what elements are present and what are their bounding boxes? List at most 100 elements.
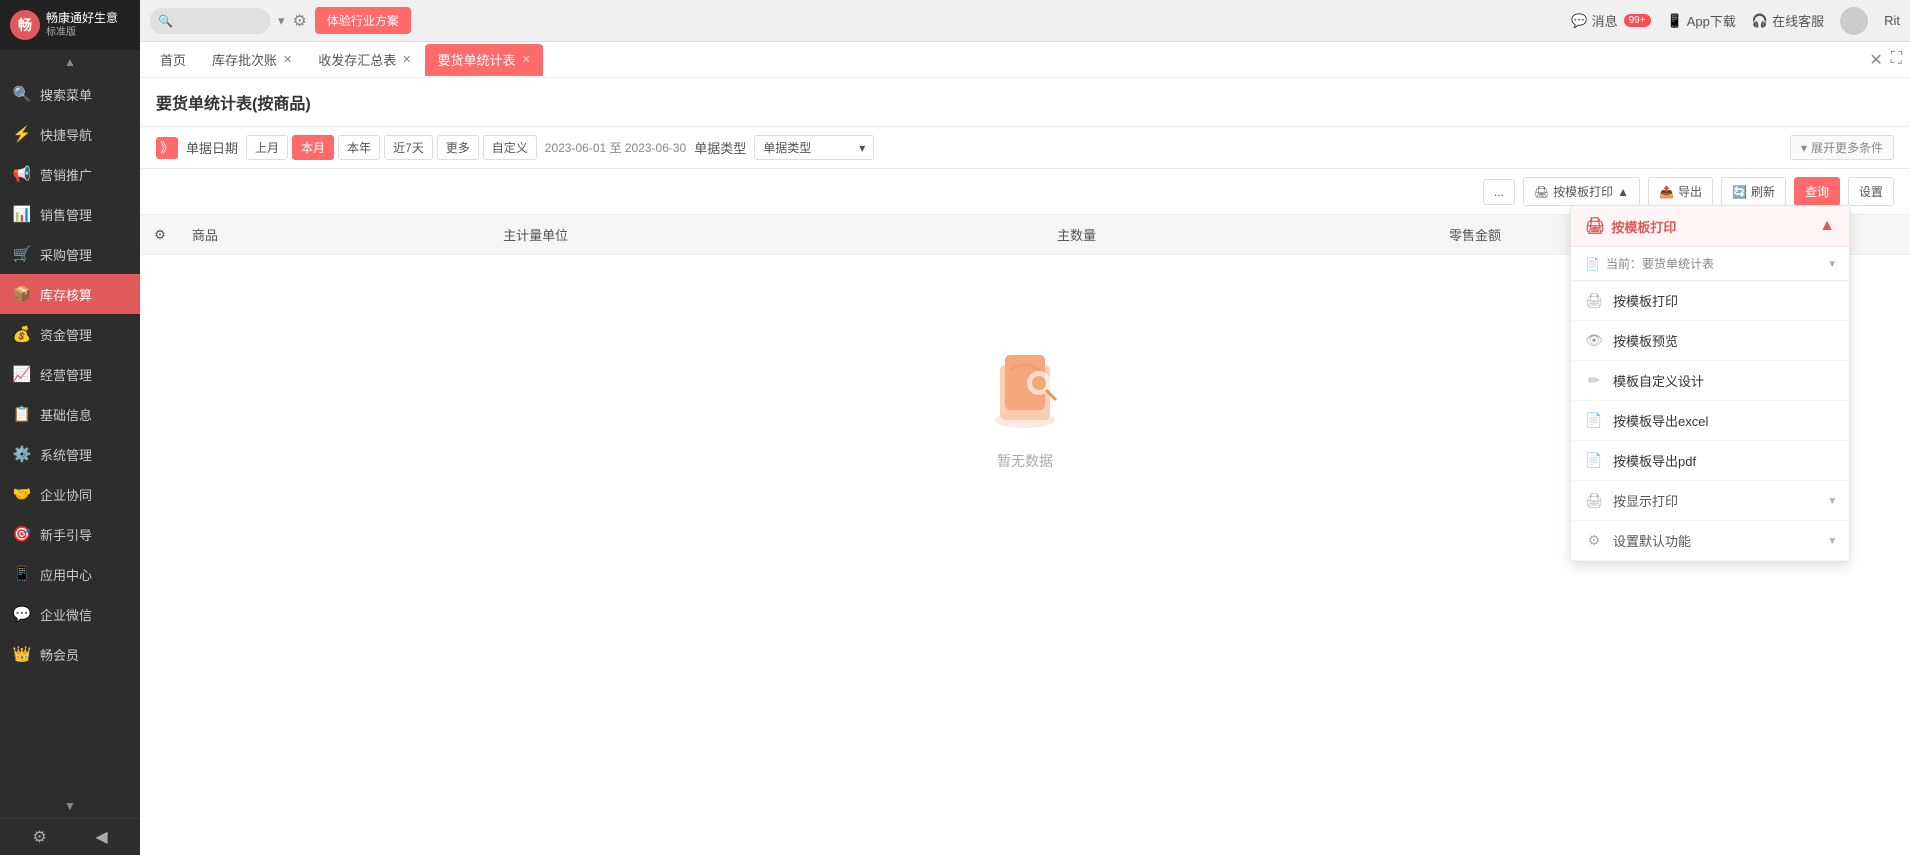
basic-icon: 📋	[12, 404, 32, 424]
sidebar-item-collab[interactable]: 🤝 企业协同	[0, 474, 140, 514]
sidebar-scroll-down[interactable]: ▼	[0, 794, 140, 818]
tab-inventory-batch[interactable]: 库存批次账 ✕	[200, 44, 304, 76]
sidebar-item-finance[interactable]: 💰 资金管理	[0, 314, 140, 354]
date-filter-group: 上月 本月 本年 近7天 更多 自定义	[246, 135, 537, 160]
finance-icon: 💰	[12, 324, 32, 344]
date-btn-7-days[interactable]: 近7天	[384, 135, 433, 160]
marketing-icon: 📢	[12, 164, 32, 184]
display-print-chevron: ▾	[1829, 494, 1835, 507]
topbar-dropdown-icon[interactable]: ▾	[278, 13, 285, 29]
tab-order-stats[interactable]: 要货单统计表 ✕	[425, 44, 542, 76]
print-icon: 🖨	[1534, 185, 1549, 199]
member-icon: 👑	[12, 644, 32, 664]
search-nav-icon: 🔍	[12, 84, 32, 104]
expand-icon: ▾	[1801, 141, 1807, 155]
tab-home[interactable]: 首页	[148, 44, 198, 76]
table-col-settings[interactable]: ⚙	[140, 215, 180, 255]
experience-btn[interactable]: 体验行业方案	[315, 7, 411, 34]
sidebar-item-purchase[interactable]: 🛒 采购管理	[0, 234, 140, 274]
action-bar: ... 🖨 按模板打印 ▲ 📤 导出 🔄 刷新 查询 设置 🖨 按模板打印 ▲	[140, 169, 1910, 215]
sidebar-item-sales[interactable]: 📊 销售管理	[0, 194, 140, 234]
user-avatar[interactable]	[1840, 7, 1868, 35]
topbar-search[interactable]: 🔍	[150, 8, 270, 34]
sidebar-item-marketing[interactable]: 📢 营销推广	[0, 154, 140, 194]
date-btn-this-month[interactable]: 本月	[292, 135, 334, 160]
sidebar-item-operations[interactable]: 📈 经营管理	[0, 354, 140, 394]
print-btn[interactable]: 🖨 按模板打印 ▲	[1523, 177, 1640, 206]
dropdown-display-print[interactable]: 🖨 按显示打印 ▾	[1571, 481, 1849, 521]
customer-service-btn[interactable]: 🎧 在线客服	[1752, 11, 1824, 30]
sidebar-bottom: ⚙ ◀	[0, 818, 140, 855]
settings-btn[interactable]: 设置	[1848, 177, 1894, 206]
system-icon: ⚙️	[12, 444, 32, 464]
sidebar-item-apps[interactable]: 📱 应用中心	[0, 554, 140, 594]
more-btn[interactable]: ...	[1483, 179, 1515, 205]
empty-icon	[975, 335, 1075, 435]
topbar-settings-icon[interactable]: ⚙	[293, 11, 307, 31]
collapse-icon[interactable]: ◀	[95, 827, 107, 847]
username-label: Rit	[1884, 13, 1900, 28]
table-col-quantity: 主数量	[1045, 215, 1437, 255]
tab-close-inventory-batch[interactable]: ✕	[283, 53, 292, 66]
filter-bar: 》 单据日期 上月 本月 本年 近7天 更多 自定义 2023-06-01 至 …	[140, 127, 1910, 169]
sidebar-scroll-up[interactable]: ▲	[0, 50, 140, 74]
sidebar-item-system[interactable]: ⚙️ 系统管理	[0, 434, 140, 474]
tab-window-btns: ✕ ⛶	[1869, 50, 1902, 70]
sidebar-item-wechat[interactable]: 💬 企业微信	[0, 594, 140, 634]
display-print-icon: 🖨	[1585, 492, 1603, 509]
default-settings-icon: ⚙	[1585, 532, 1603, 549]
export-btn[interactable]: 📤 导出	[1648, 177, 1713, 206]
dropdown-template-export-pdf[interactable]: 📄 按模板导出pdf	[1571, 441, 1849, 481]
print-dropdown-menu: 🖨 按模板打印 ▲ 📄 当前：要货单统计表 ▾ 🖨 按模板打印 👁 按模板预览	[1570, 205, 1850, 562]
default-settings-chevron: ▾	[1829, 534, 1835, 547]
current-template-row: 📄 当前：要货单统计表 ▾	[1571, 247, 1849, 281]
refresh-btn[interactable]: 🔄 刷新	[1721, 177, 1786, 206]
dropdown-default-settings[interactable]: ⚙ 设置默认功能 ▾	[1571, 521, 1849, 561]
template-preview-icon: 👁	[1585, 332, 1603, 349]
expand-conditions-btn[interactable]: ▾ 展开更多条件	[1790, 135, 1894, 160]
notification-badge: 99+	[1624, 14, 1651, 27]
dropdown-template-print[interactable]: 🖨 按模板打印	[1571, 281, 1849, 321]
page-title: 要货单统计表(按商品)	[156, 90, 1894, 114]
window-maximize-btn[interactable]: ⛶	[1891, 50, 1902, 70]
sidebar: 畅 畅康通好生意 标准版 ▲ 🔍 搜索菜单 ⚡ 快捷导航 📢 营销推广 📊 销售…	[0, 0, 140, 855]
notification-btn[interactable]: 💬 消息 99+	[1571, 11, 1650, 30]
sidebar-item-guide[interactable]: 🎯 新手引导	[0, 514, 140, 554]
sidebar-item-search[interactable]: 🔍 搜索菜单	[0, 74, 140, 114]
logo-icon: 畅	[10, 10, 40, 40]
app-download-btn[interactable]: 📱 App下载	[1667, 11, 1736, 30]
sales-icon: 📊	[12, 204, 32, 224]
topbar: 🔍 ▾ ⚙ 体验行业方案 💬 消息 99+ 📱 App下载 🎧 在线客服 Rit	[140, 0, 1910, 42]
dropdown-template-design[interactable]: ✏ 模板自定义设计	[1571, 361, 1849, 401]
dropdown-template-export-excel[interactable]: 📄 按模板导出excel	[1571, 401, 1849, 441]
topbar-right: 💬 消息 99+ 📱 App下载 🎧 在线客服 Rit	[1571, 7, 1900, 35]
sidebar-item-shortcut[interactable]: ⚡ 快捷导航	[0, 114, 140, 154]
sidebar-item-basic[interactable]: 📋 基础信息	[0, 394, 140, 434]
date-btn-more[interactable]: 更多	[437, 135, 479, 160]
sidebar-item-member[interactable]: 👑 畅会员	[0, 634, 140, 674]
date-btn-this-year[interactable]: 本年	[338, 135, 380, 160]
wechat-icon: 💬	[12, 604, 32, 624]
table-settings-icon[interactable]: ⚙	[154, 227, 166, 242]
guide-icon: 🎯	[12, 524, 32, 544]
shortcut-icon: ⚡	[12, 124, 32, 144]
date-btn-last-month[interactable]: 上月	[246, 135, 288, 160]
dropdown-header: 🖨 按模板打印 ▲	[1571, 206, 1849, 247]
query-btn[interactable]: 查询	[1794, 177, 1840, 206]
filter-expand-btn[interactable]: 》	[156, 137, 178, 159]
refresh-icon: 🔄	[1732, 185, 1747, 199]
apps-icon: 📱	[12, 564, 32, 584]
tab-receipt-summary[interactable]: 收发存汇总表 ✕	[306, 44, 423, 76]
date-label: 单据日期	[186, 138, 238, 157]
settings-bottom-icon[interactable]: ⚙	[32, 827, 46, 847]
window-close-btn[interactable]: ✕	[1869, 50, 1882, 70]
type-select[interactable]: 单据类型 ▾	[754, 135, 874, 160]
table-col-unit: 主计量单位	[491, 215, 1045, 255]
tab-close-receipt-summary[interactable]: ✕	[402, 53, 411, 66]
tab-close-order-stats[interactable]: ✕	[522, 53, 531, 66]
dropdown-template-preview[interactable]: 👁 按模板预览	[1571, 321, 1849, 361]
table-col-product: 商品	[180, 215, 491, 255]
sidebar-item-inventory[interactable]: 📦 库存核算	[0, 274, 140, 314]
date-btn-custom[interactable]: 自定义	[483, 135, 537, 160]
dropdown-close-btn[interactable]: ▲	[1819, 217, 1835, 235]
